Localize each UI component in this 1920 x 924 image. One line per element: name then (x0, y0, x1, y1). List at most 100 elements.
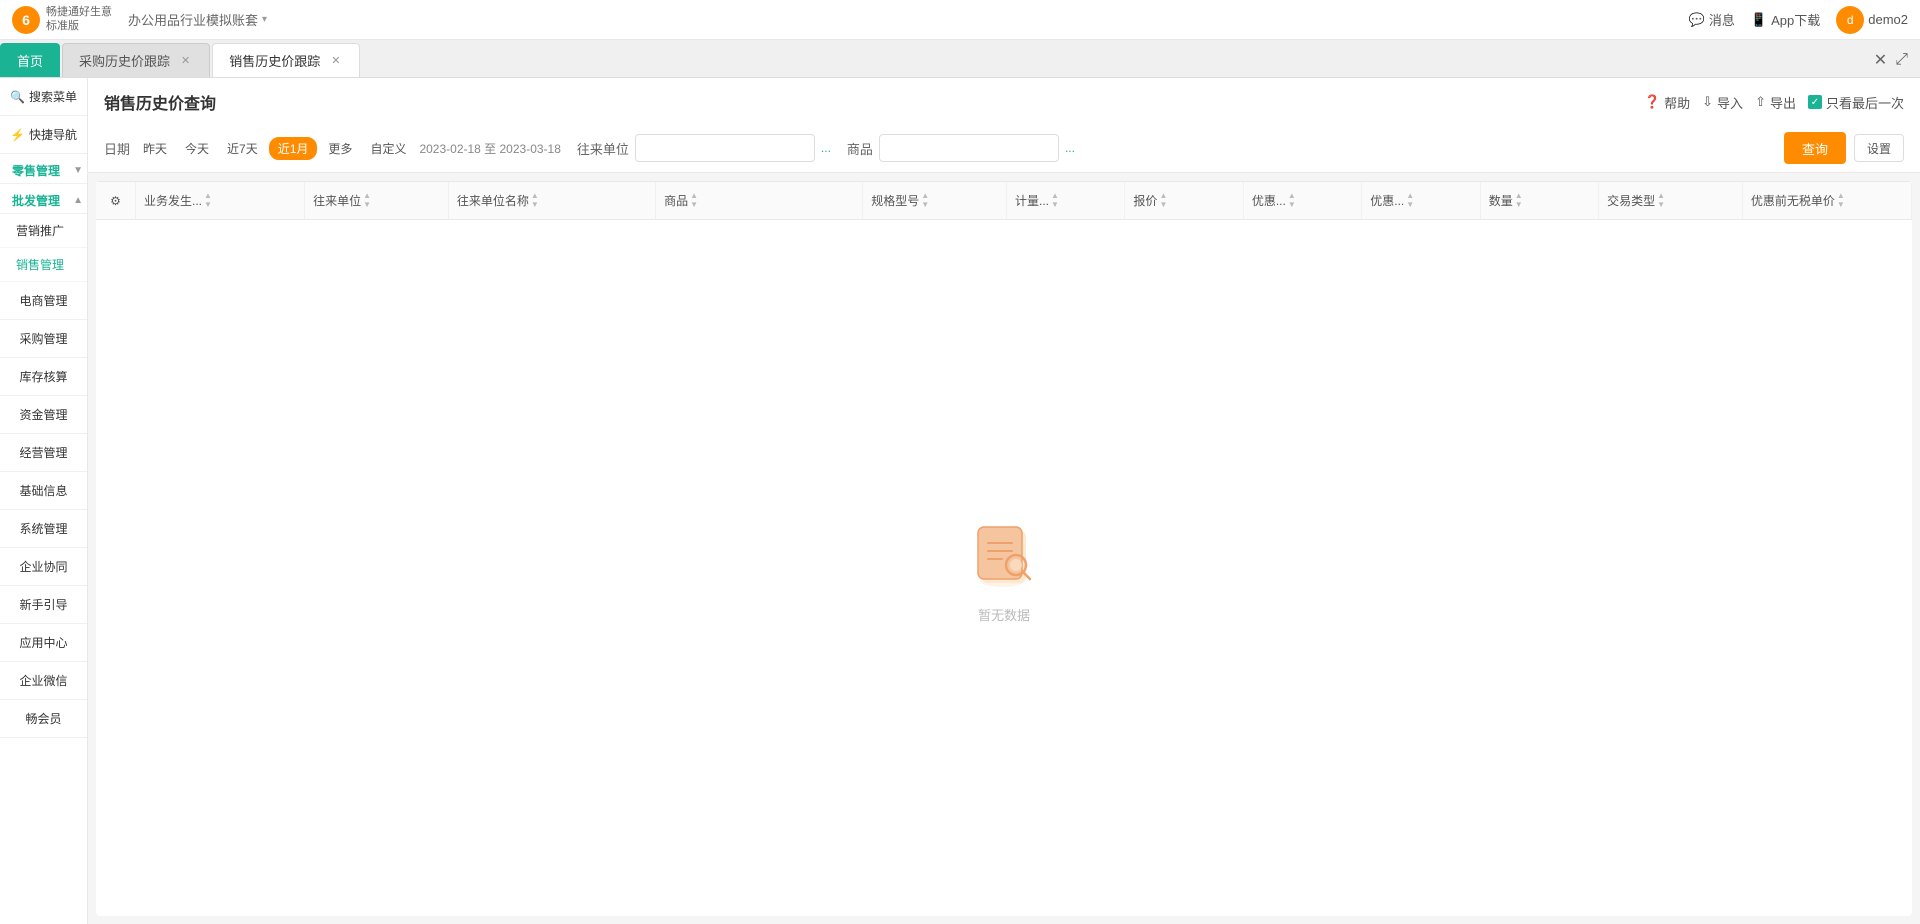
logo-letter: 6 (22, 12, 30, 28)
only-latest-checkbox[interactable]: ✓ 只看最后一次 (1808, 93, 1904, 112)
import-action[interactable]: ⇩ 导入 (1702, 93, 1743, 112)
sort-icons-qty: ▲ ▼ (1515, 192, 1523, 209)
message-action[interactable]: 💬 消息 (1689, 10, 1735, 29)
sidebar-search-label: 搜索菜单 (29, 88, 77, 105)
sidebar-item-system[interactable]: 系统管理 (0, 510, 87, 548)
th-qty[interactable]: 数量 ▲ ▼ (1481, 182, 1599, 219)
content-area: 销售历史价查询 ❓ 帮助 ⇩ 导入 ⇧ 导出 ✓ (88, 78, 1920, 924)
th-settings[interactable]: ⚙ (96, 182, 136, 219)
th-date[interactable]: 业务发生... ▲ ▼ (136, 182, 305, 219)
avatar: d (1836, 6, 1864, 34)
date-btn-more[interactable]: 更多 (321, 137, 359, 160)
sort-icons-unit-code: ▲ ▼ (363, 192, 371, 209)
sidebar-item-basic[interactable]: 基础信息 (0, 472, 87, 510)
tab-sales[interactable]: 销售历史价跟踪 ✕ (212, 43, 360, 77)
sidebar-enterprise-label: 企业协同 (19, 558, 67, 575)
date-btn-custom[interactable]: 自定义 (363, 137, 413, 160)
th-spec[interactable]: 规格型号 ▲ ▼ (863, 182, 1007, 219)
import-icon: ⇩ (1702, 94, 1713, 110)
app-download-action[interactable]: 📱 App下载 (1751, 10, 1820, 29)
sidebar-basic-label: 基础信息 (19, 482, 67, 499)
date-btn-today[interactable]: 今天 (178, 137, 216, 160)
checkbox-teal-icon: ✓ (1808, 95, 1822, 109)
sidebar-item-purchase[interactable]: 采购管理 (0, 320, 87, 358)
app-download-label: App下载 (1771, 10, 1820, 29)
th-date-label: 业务发生... (144, 192, 202, 209)
table-container: ⚙ 业务发生... ▲ ▼ 往来单位 ▲ ▼ 往 (96, 181, 1912, 916)
message-icon: 💬 (1689, 12, 1705, 28)
tab-maximize[interactable]: ⤢ (1895, 51, 1908, 69)
help-label: 帮助 (1664, 93, 1690, 112)
sidebar: 🔍 搜索菜单 ⚡ 快捷导航 零售管理 ▼ 批发管理 ▲ 营销推广 销售管理 电商… (0, 78, 88, 924)
product-filter-label: 商品 (847, 139, 873, 158)
sidebar-item-search[interactable]: 🔍 搜索菜单 (0, 78, 87, 116)
th-price[interactable]: 报价 ▲ ▼ (1125, 182, 1243, 219)
page-title-row: 销售历史价查询 ❓ 帮助 ⇩ 导入 ⇧ 导出 ✓ (104, 90, 1904, 114)
sidebar-section-wholesale[interactable]: 批发管理 ▲ (0, 184, 87, 214)
sidebar-shortcuts-label: 快捷导航 (29, 126, 77, 143)
user-action[interactable]: d demo2 (1836, 6, 1908, 34)
top-bar: 6 畅捷通好生意 标准版 办公用品行业模拟账套 ▾ 💬 消息 📱 App下载 d… (0, 0, 1920, 40)
settings-button[interactable]: 设置 (1854, 134, 1904, 162)
tab-bar-controls: ✕ ⤢ (1862, 43, 1920, 77)
th-discount2[interactable]: 优惠... ▲ ▼ (1362, 182, 1480, 219)
sidebar-item-appcenter[interactable]: 应用中心 (0, 624, 87, 662)
date-range-display: 2023-02-18 至 2023-03-18 (419, 140, 560, 157)
th-pretax-price[interactable]: 优惠前无税单价 ▲ ▼ (1743, 182, 1912, 219)
date-btn-yesterday[interactable]: 昨天 (136, 137, 174, 160)
th-product[interactable]: 商品 ▲ ▼ (656, 182, 863, 219)
th-unit-name[interactable]: 往来单位名称 ▲ ▼ (449, 182, 656, 219)
settings-icon: ⚙ (110, 194, 121, 208)
sidebar-item-inventory[interactable]: 库存核算 (0, 358, 87, 396)
sidebar-item-sales-mgmt[interactable]: 销售管理 (0, 248, 87, 282)
user-label: demo2 (1868, 12, 1908, 27)
date-btn-7days[interactable]: 近7天 (220, 137, 265, 160)
logo-subtitle1: 畅捷通好生意 (46, 6, 112, 19)
product-filter-group: 商品 ... (847, 134, 1075, 162)
th-unit-code[interactable]: 往来单位 ▲ ▼ (305, 182, 449, 219)
sidebar-item-guide[interactable]: 新手引导 (0, 586, 87, 624)
doc-title-area: 办公用品行业模拟账套 ▾ (128, 10, 1681, 29)
table-header: ⚙ 业务发生... ▲ ▼ 往来单位 ▲ ▼ 往 (96, 181, 1912, 220)
sidebar-ecommerce-label: 电商管理 (19, 292, 67, 309)
wholesale-arrow: ▲ (73, 195, 83, 206)
counterpart-filter-label: 往来单位 (577, 139, 629, 158)
sidebar-item-members[interactable]: 畅会员 (0, 700, 87, 738)
sidebar-item-ecommerce[interactable]: 电商管理 (0, 282, 87, 320)
tab-purchase-close[interactable]: ✕ (178, 53, 193, 68)
sidebar-section-retail[interactable]: 零售管理 ▼ (0, 154, 87, 184)
th-uom[interactable]: 计量... ▲ ▼ (1007, 182, 1125, 219)
sidebar-enterprise-wechat-label: 企业微信 (19, 672, 67, 689)
logo: 6 畅捷通好生意 标准版 (12, 6, 112, 34)
counterpart-ellipsis[interactable]: ... (821, 141, 831, 155)
filter-row: 日期 昨天 今天 近7天 近1月 更多 自定义 2023-02-18 至 202… (104, 124, 1904, 172)
tab-home[interactable]: 首页 (0, 43, 60, 77)
logo-icon: 6 (12, 6, 40, 34)
th-trade-type[interactable]: 交易类型 ▲ ▼ (1599, 182, 1743, 219)
export-icon: ⇧ (1755, 94, 1766, 110)
sidebar-item-shortcuts[interactable]: ⚡ 快捷导航 (0, 116, 87, 154)
tab-purchase[interactable]: 采购历史价跟踪 ✕ (62, 43, 210, 77)
th-discount1-label: 优惠... (1252, 192, 1286, 209)
sort-icons-discount2: ▲ ▼ (1406, 192, 1414, 209)
tab-home-label: 首页 (17, 51, 43, 70)
product-ellipsis[interactable]: ... (1065, 141, 1075, 155)
sidebar-item-enterprise[interactable]: 企业协同 (0, 548, 87, 586)
sidebar-item-finance[interactable]: 资金管理 (0, 396, 87, 434)
sidebar-item-operations[interactable]: 经营管理 (0, 434, 87, 472)
tab-sales-close[interactable]: ✕ (328, 53, 343, 68)
query-button[interactable]: 查询 (1784, 132, 1846, 164)
sidebar-item-marketing[interactable]: 营销推广 (0, 214, 87, 248)
date-btn-1month[interactable]: 近1月 (269, 137, 318, 160)
tab-close-window[interactable]: ✕ (1874, 50, 1887, 70)
sidebar-marketing-label: 营销推广 (16, 224, 64, 238)
sort-icons-product: ▲ ▼ (690, 192, 698, 209)
sidebar-item-enterprise-wechat[interactable]: 企业微信 (0, 662, 87, 700)
doc-title-chevron[interactable]: ▾ (262, 14, 267, 25)
product-input[interactable] (879, 134, 1059, 162)
counterpart-input[interactable] (635, 134, 815, 162)
export-action[interactable]: ⇧ 导出 (1755, 93, 1796, 112)
th-discount1[interactable]: 优惠... ▲ ▼ (1244, 182, 1362, 219)
help-action[interactable]: ❓ 帮助 (1644, 93, 1690, 112)
th-spec-label: 规格型号 (871, 192, 919, 209)
